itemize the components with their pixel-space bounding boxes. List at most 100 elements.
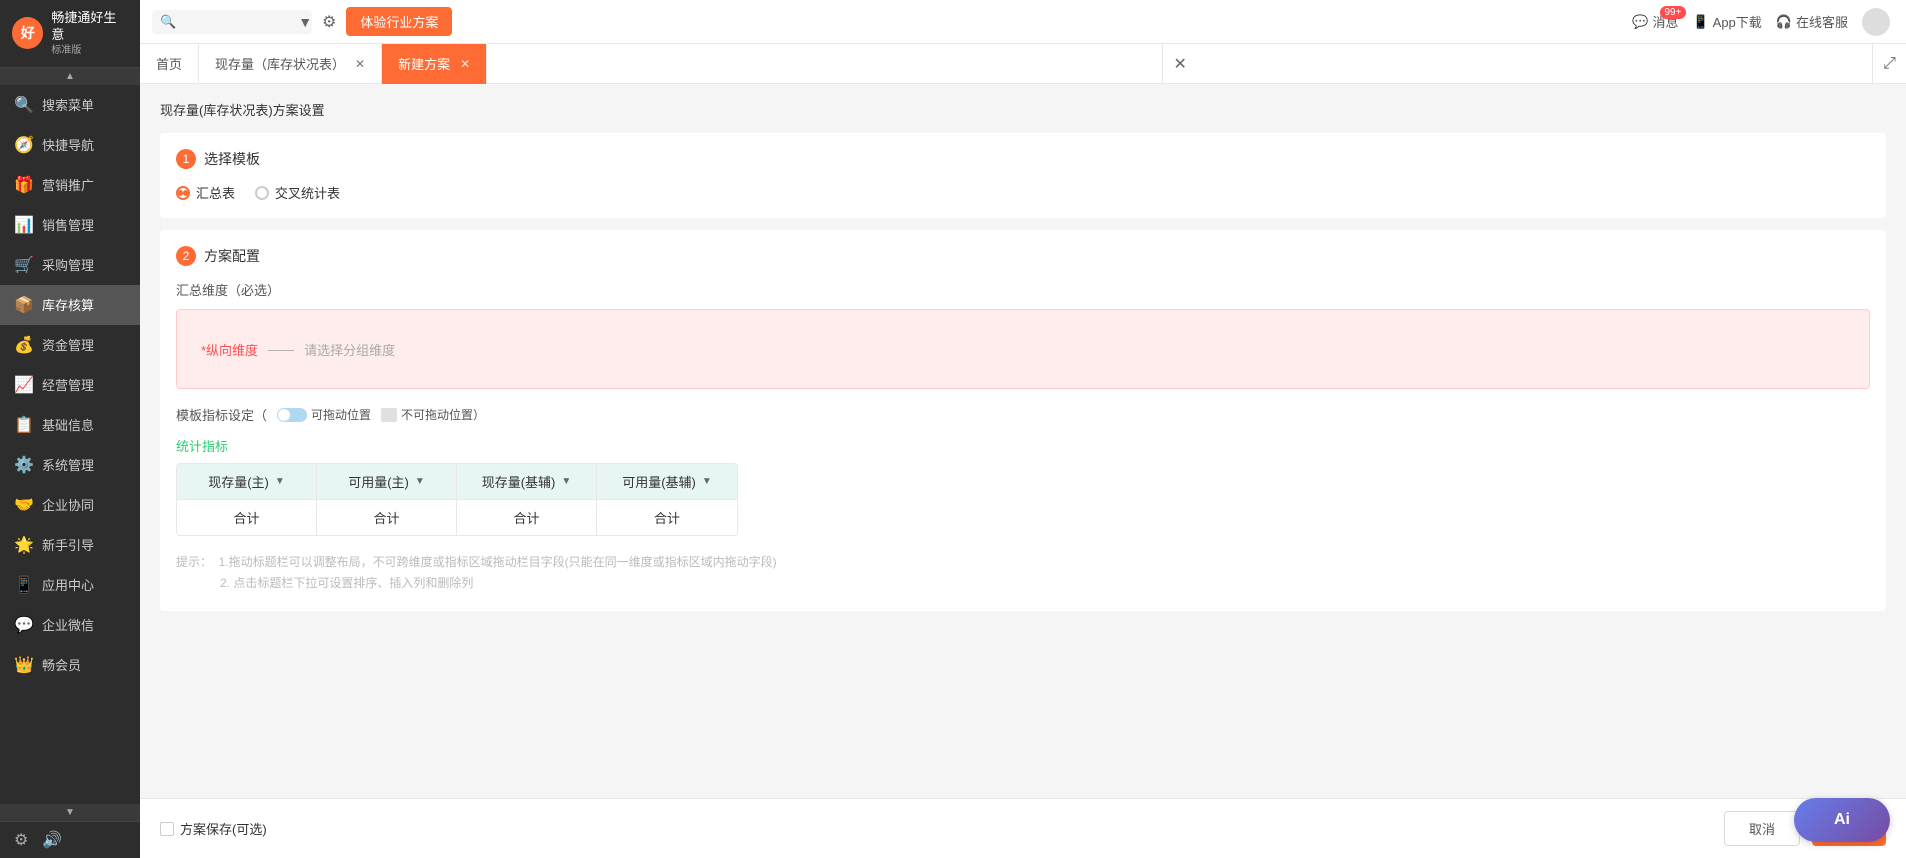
sidebar-item-shortcut[interactable]: 🧭 快捷导航 [0,125,140,165]
sidebar-item-search[interactable]: 🔍 搜索菜单 [0,85,140,125]
search-icon: 🔍 [14,95,34,115]
sidebar-item-marketing[interactable]: 🎁 营销推广 [0,165,140,205]
sidebar-scroll-up[interactable]: ▲ [0,68,140,85]
stats-label: 统计指标 [176,436,1870,455]
chat-icon: 💬 [14,615,34,635]
navigation-icon: 🧭 [14,135,34,155]
star-icon: 🌟 [14,535,34,555]
topbar-gear-icon[interactable]: ⚙ [322,12,336,32]
sidebar-item-inventory[interactable]: 📦 库存核算 [0,285,140,325]
col-header-3[interactable]: 可用量(基辅) ▼ [597,464,737,499]
sidebar: 好 畅捷通好生意 标准版 ▲ 🔍 搜索菜单 🧭 快捷导航 🎁 营销推广 📊 销售… [0,0,140,858]
radio-cross-dot [255,186,269,200]
col1-chevron-icon: ▼ [415,476,425,487]
col-cell-0: 合计 [177,499,317,535]
sidebar-item-finance[interactable]: 💰 资金管理 [0,325,140,365]
tab-new-scheme[interactable]: 新建方案 ✕ [382,44,487,84]
col2-chevron-icon: ▼ [561,476,571,487]
page-footer: 方案保存(可选) 取消 查询 [140,798,1906,858]
tab-inventory-close[interactable]: ✕ [355,57,365,71]
app-icon: 📱 [1692,14,1708,30]
main-area: 🔍 ▼ ⚙ 体验行业方案 💬 消息 99+ 📱 App下载 🎧 在线客服 [140,0,1906,858]
summary-dimension-label: 汇总维度（必选） [176,280,1870,299]
col-header-0[interactable]: 现存量(主) ▼ [177,464,317,499]
col-cell-3: 合计 [597,499,737,535]
message-button[interactable]: 💬 消息 99+ [1632,12,1678,31]
sidebar-item-cooperation[interactable]: 🤝 企业协同 [0,485,140,525]
step1-header: 1 选择模板 [176,149,1870,169]
sidebar-item-basic[interactable]: 📋 基础信息 [0,405,140,445]
movable-toggle[interactable]: 可拖动位置 [277,406,371,423]
search-input[interactable] [182,15,292,29]
sidebar-item-sales[interactable]: 📊 销售管理 [0,205,140,245]
stats-table-header: 现存量(主) ▼ 可用量(主) ▼ 现存量(基辅) ▼ [177,464,737,499]
indicator-label-row: 模板指标设定（ 可拖动位置 不可拖动位置） [176,405,1870,424]
step2-section: 2 方案配置 汇总维度（必选） *纵向维度 —— 请选择分组维度 模板指标设定（ [160,230,1886,611]
movable-toggle-box[interactable] [277,408,307,422]
radio-cross[interactable]: 交叉统计表 [255,183,340,202]
sidebar-nav: 🔍 搜索菜单 🧭 快捷导航 🎁 营销推广 📊 销售管理 🛒 采购管理 📦 库存核… [0,85,140,804]
radio-summary[interactable]: 汇总表 [176,183,235,202]
page-content: 现存量(库存状况表)方案设置 1 选择模板 汇总表 交叉统计表 [140,84,1906,798]
gift-icon: 🎁 [14,175,34,195]
save-checkbox-row[interactable]: 方案保存(可选) [160,819,267,838]
app-download-button[interactable]: 📱 App下载 [1692,12,1761,31]
sidebar-item-system[interactable]: ⚙️ 系统管理 [0,445,140,485]
trial-industry-button[interactable]: 体验行业方案 [346,7,452,36]
tabbar-close-button[interactable]: ✕ [1162,44,1196,84]
col-header-1[interactable]: 可用量(主) ▼ [317,464,457,499]
fixed-toggle-box [381,408,397,422]
tips-area: 提示： 1.拖动标题栏可以调整布局，不可跨维度或指标区域拖动栏目字段(只能在同一… [176,553,1870,591]
sidebar-scroll-down[interactable]: ▼ [0,804,140,821]
logo-icon: 好 [12,17,43,49]
topbar-search-box[interactable]: 🔍 ▼ [152,10,312,34]
search-icon: 🔍 [160,14,176,30]
cancel-button[interactable]: 取消 [1724,811,1800,846]
sidebar-logo: 好 畅捷通好生意 标准版 [0,0,140,68]
message-icon: 💬 [1632,14,1648,30]
topbar: 🔍 ▼ ⚙ 体验行业方案 💬 消息 99+ 📱 App下载 🎧 在线客服 [140,0,1906,44]
tip-2: 2. 点击标题栏下拉可设置排序、插入列和删除列 [176,574,1870,591]
movable-label: 可拖动位置 [311,406,371,423]
sidebar-item-newbie[interactable]: 🌟 新手引导 [0,525,140,565]
sound-icon[interactable]: 🔊 [42,830,62,850]
indicator-settings: 模板指标设定（ 可拖动位置 不可拖动位置） [176,405,1870,424]
sidebar-item-member[interactable]: 👑 畅会员 [0,645,140,685]
cart-icon: 🛒 [14,255,34,275]
ai-fab-button[interactable]: Ai [1794,798,1890,842]
tab-home[interactable]: 首页 [140,44,199,84]
template-options: 汇总表 交叉统计表 [176,183,1870,202]
fixed-label: 不可拖动位置） [401,406,485,423]
tab-inventory[interactable]: 现存量（库存状况表） ✕ [199,44,382,84]
online-service-button[interactable]: 🎧 在线客服 [1776,12,1848,31]
settings-icon[interactable]: ⚙ [14,830,28,850]
dimension-area[interactable]: *纵向维度 —— 请选择分组维度 [176,309,1870,389]
message-badge: 99+ [1660,6,1687,19]
phone-icon: 📱 [14,575,34,595]
col0-chevron-icon: ▼ [275,476,285,487]
dimension-placeholder: 请选择分组维度 [304,340,395,359]
tab-new-scheme-close[interactable]: ✕ [460,57,470,71]
sidebar-item-purchase[interactable]: 🛒 采购管理 [0,245,140,285]
page-title: 现存量(库存状况表)方案设置 [160,100,1886,119]
sidebar-item-wechat[interactable]: 💬 企业微信 [0,605,140,645]
step1-title: 选择模板 [204,149,260,169]
user-menu[interactable] [1862,8,1894,36]
sidebar-item-business[interactable]: 📈 经营管理 [0,365,140,405]
money-icon: 💰 [14,335,34,355]
step1-section: 1 选择模板 汇总表 交叉统计表 [160,133,1886,218]
tabbar-expand-button[interactable]: ⤢ [1872,44,1906,84]
sidebar-item-appstore[interactable]: 📱 应用中心 [0,565,140,605]
search-dropdown-button[interactable]: ▼ [298,14,312,30]
col-header-2[interactable]: 现存量(基辅) ▼ [457,464,597,499]
crown-icon: 👑 [14,655,34,675]
chart-icon: 📊 [14,215,34,235]
col-cell-2: 合计 [457,499,597,535]
gear-icon: ⚙️ [14,455,34,475]
radio-summary-dot [176,186,190,200]
tabbar: 首页 现存量（库存状况表） ✕ 新建方案 ✕ ✕ ⤢ [140,44,1906,84]
save-label: 方案保存(可选) [180,819,267,838]
save-checkbox[interactable] [160,822,174,836]
step1-badge: 1 [176,149,196,169]
sidebar-bottom: ⚙ 🔊 [0,821,140,858]
